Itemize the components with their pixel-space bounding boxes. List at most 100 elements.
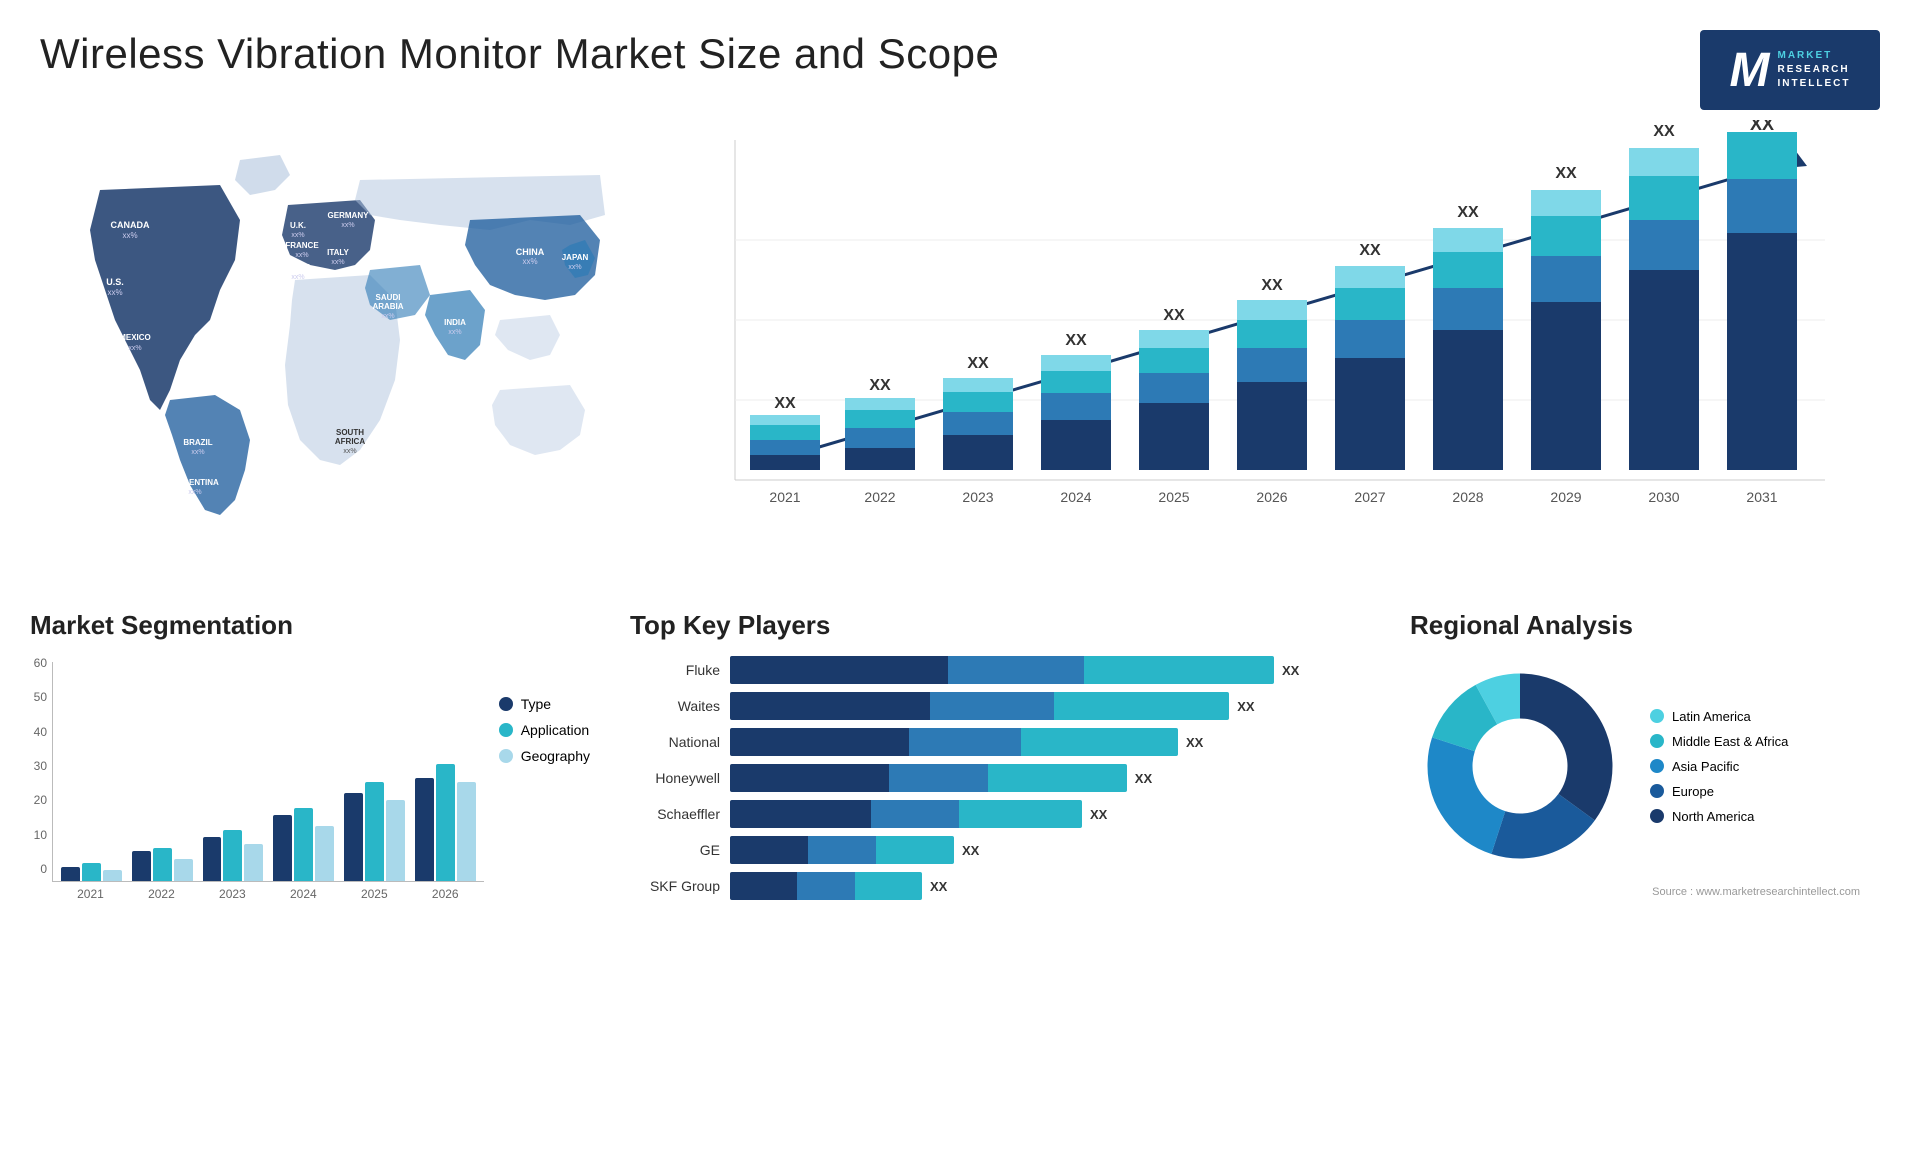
seg-bar-geo <box>386 800 405 881</box>
legend-label-geo: Geography <box>521 748 590 764</box>
logo-area: M MARKET RESEARCH INTELLECT <box>1700 30 1880 110</box>
svg-text:BRAZIL: BRAZIL <box>183 438 212 447</box>
svg-text:xx%: xx% <box>522 257 537 266</box>
svg-text:xx%: xx% <box>341 222 354 229</box>
reg-legend-asia: Asia Pacific <box>1650 759 1788 774</box>
svg-text:XX: XX <box>967 355 989 372</box>
svg-text:2024: 2024 <box>1060 489 1091 505</box>
svg-text:xx%: xx% <box>343 448 356 455</box>
player-bar-ge: XX <box>730 836 1370 864</box>
player-name-fluke: Fluke <box>630 662 720 678</box>
svg-text:XX: XX <box>869 377 891 394</box>
reg-label-mea: Middle East & Africa <box>1672 734 1788 749</box>
reg-label-na: North America <box>1672 809 1754 824</box>
header: Wireless Vibration Monitor Market Size a… <box>0 0 1920 120</box>
regional-legend: Latin America Middle East & Africa Asia … <box>1650 709 1788 824</box>
legend-type: Type <box>499 696 590 712</box>
segmentation-section: Market Segmentation 6050403020100 <box>20 610 600 1146</box>
svg-text:MEXICO: MEXICO <box>119 333 151 342</box>
svg-text:xx%: xx% <box>568 264 581 271</box>
reg-dot-asia <box>1650 759 1664 773</box>
player-bar-schaeffler: XX <box>730 800 1370 828</box>
reg-dot-europe <box>1650 784 1664 798</box>
svg-text:XX: XX <box>1163 307 1185 324</box>
reg-legend-europe: Europe <box>1650 784 1788 799</box>
seg-group-2022 <box>132 848 193 881</box>
svg-text:xx%: xx% <box>107 288 122 297</box>
svg-text:ARGENTINA: ARGENTINA <box>171 478 219 487</box>
svg-text:JAPAN: JAPAN <box>562 253 589 262</box>
player-val-honeywell: XX <box>1135 771 1152 786</box>
svg-text:xx%: xx% <box>128 345 141 352</box>
players-list: Fluke XX Waites <box>630 656 1370 900</box>
seg-bars-container <box>52 662 484 882</box>
svg-text:xx%: xx% <box>291 274 304 281</box>
players-title: Top Key Players <box>630 610 1370 641</box>
svg-text:XX: XX <box>774 395 796 412</box>
player-val-schaeffler: XX <box>1090 807 1107 822</box>
svg-text:XX: XX <box>1750 120 1774 134</box>
svg-text:XX: XX <box>1359 242 1381 259</box>
reg-legend-latin: Latin America <box>1650 709 1788 724</box>
source-text: Source : www.marketresearchintellect.com <box>1410 886 1890 898</box>
legend-dot-geo <box>499 749 513 763</box>
svg-text:2029: 2029 <box>1550 489 1581 505</box>
main-content: CANADA xx% U.S. xx% MEXICO xx% BRAZIL xx… <box>0 120 1920 1156</box>
player-bar-skf: XX <box>730 872 1370 900</box>
legend-app: Application <box>499 722 590 738</box>
seg-group-2021 <box>61 863 122 881</box>
svg-text:U.K.: U.K. <box>290 221 306 230</box>
svg-text:XX: XX <box>1555 165 1577 182</box>
seg-x-labels: 2021 2022 2023 2024 2025 2026 <box>52 882 484 901</box>
svg-text:xx%: xx% <box>381 313 394 320</box>
seg-group-2025 <box>344 782 405 881</box>
regional-section: Regional Analysis <box>1400 610 1900 1146</box>
logo-text: MARKET RESEARCH INTELLECT <box>1777 49 1850 91</box>
svg-text:FRANCE: FRANCE <box>285 241 319 250</box>
seg-y-axis: 6050403020100 <box>30 656 52 876</box>
svg-text:2025: 2025 <box>1158 489 1189 505</box>
reg-legend-mea: Middle East & Africa <box>1650 734 1788 749</box>
svg-text:2028: 2028 <box>1452 489 1483 505</box>
player-bar-honeywell: XX <box>730 764 1370 792</box>
seg-bar-geo <box>103 870 122 881</box>
donut-area: Latin America Middle East & Africa Asia … <box>1410 656 1890 876</box>
svg-text:SAUDI: SAUDI <box>376 293 401 302</box>
svg-text:SOUTH: SOUTH <box>336 428 364 437</box>
svg-text:2031: 2031 <box>1746 489 1777 505</box>
svg-text:xx%: xx% <box>291 232 304 239</box>
regional-title: Regional Analysis <box>1410 610 1890 641</box>
seg-group-2023 <box>203 830 264 881</box>
player-name-skf: SKF Group <box>630 878 720 894</box>
player-name-honeywell: Honeywell <box>630 770 720 786</box>
reg-dot-mea <box>1650 734 1664 748</box>
seg-bar-app <box>223 830 242 881</box>
segmentation-title: Market Segmentation <box>30 610 590 641</box>
seg-bar-type <box>415 778 434 881</box>
seg-bar-type <box>344 793 363 881</box>
player-row-ge: GE XX <box>630 836 1370 864</box>
svg-text:xx%: xx% <box>448 329 461 336</box>
seg-bar-type <box>273 815 292 881</box>
player-name-waites: Waites <box>630 698 720 714</box>
players-section: Top Key Players Fluke XX <box>620 610 1380 1146</box>
svg-text:xx%: xx% <box>122 231 137 240</box>
svg-text:XX: XX <box>1261 277 1283 294</box>
seg-bar-geo <box>244 844 263 881</box>
player-name-ge: GE <box>630 842 720 858</box>
seg-bar-app <box>82 863 101 881</box>
reg-dot-na <box>1650 809 1664 823</box>
svg-text:ITALY: ITALY <box>327 248 349 257</box>
logo-box: M MARKET RESEARCH INTELLECT <box>1700 30 1880 110</box>
player-row-honeywell: Honeywell XX <box>630 764 1370 792</box>
map-section: CANADA xx% U.S. xx% MEXICO xx% BRAZIL xx… <box>20 120 640 600</box>
seg-bar-app <box>294 808 313 881</box>
reg-label-latin: Latin America <box>1672 709 1751 724</box>
player-name-national: National <box>630 734 720 750</box>
player-row-national: National XX <box>630 728 1370 756</box>
svg-text:XX: XX <box>1457 204 1479 221</box>
svg-text:xx%: xx% <box>295 252 308 259</box>
seg-bar-geo <box>315 826 334 881</box>
legend-geo: Geography <box>499 748 590 764</box>
barchart-section: XX XX XX XX <box>640 120 1900 600</box>
